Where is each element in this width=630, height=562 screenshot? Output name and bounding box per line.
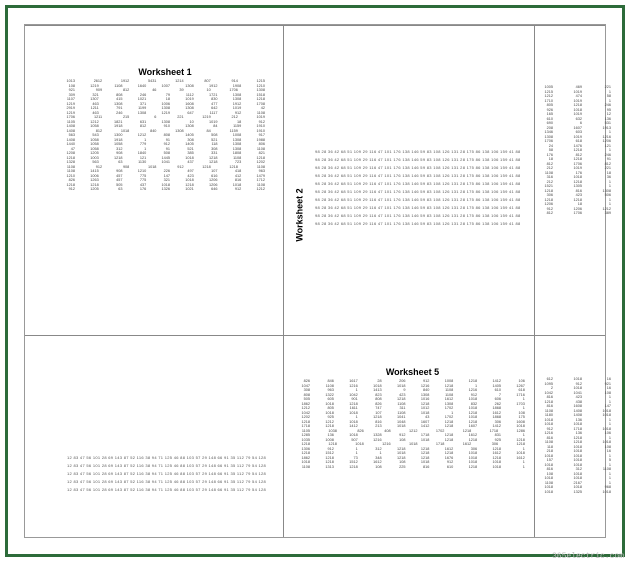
worksheet-2-title: Worksheet 2 xyxy=(295,188,305,241)
data-cell: 1212 xyxy=(255,187,265,192)
data-cell: 1021 xyxy=(184,187,194,192)
data-cell: 816 xyxy=(419,465,429,470)
worksheet-3-panel: 1005469221121510191121247458171010191805… xyxy=(543,85,611,216)
worksheet-1-panel: Worksheet 1 1013261219125431121480791412… xyxy=(65,67,265,192)
sheet-container: Worksheet 1 1013261219125431121480791412… xyxy=(24,24,606,538)
data-cell: 1018 xyxy=(543,490,553,495)
data-line: 12 83 47 56 101 28 69 143 87 52 116 38 9… xyxy=(67,479,272,484)
worksheet-3-grid: 1005469221121510191121247458171010191805… xyxy=(543,85,611,216)
data-row: 1018 1325 1018 xyxy=(543,490,611,495)
data-cell: 646 xyxy=(208,187,218,192)
data-line: 98 28 36 42 68 51 109 29 116 47 101 176 … xyxy=(315,189,520,194)
data-row: 912 1205 63 176 1326 1021 646 912 1212 xyxy=(65,187,265,192)
outer-frame: Worksheet 1 1013261219125431121480791412… xyxy=(5,5,625,557)
worksheet-2-panel: 98 28 36 42 68 51 109 29 116 47 101 176 … xyxy=(315,149,520,226)
data-cell: 1313 xyxy=(324,465,334,470)
data-cell: 1706 xyxy=(572,211,582,216)
worksheet-2-grid: 98 28 36 42 68 51 109 29 116 47 101 176 … xyxy=(315,149,520,226)
data-line: 98 28 36 42 68 51 109 29 116 47 101 176 … xyxy=(315,157,520,162)
data-cell: 176 xyxy=(136,187,146,192)
data-cell: 1108 xyxy=(300,465,310,470)
worksheet-5-panel: Worksheet 5 8268461617282069121008121814… xyxy=(300,367,525,469)
data-cell: 108 xyxy=(372,465,382,470)
data-line: 98 28 36 42 68 51 109 29 116 47 101 176 … xyxy=(315,221,520,226)
data-line: 98 28 36 42 68 51 109 29 116 47 101 176 … xyxy=(315,149,520,154)
data-cell: 1018 xyxy=(601,490,611,495)
data-cell: 1205 xyxy=(89,187,99,192)
data-line: 12 83 47 56 101 28 69 143 87 52 116 38 9… xyxy=(67,463,272,468)
worksheet-1-grid: 1013261219125431121480791412151081219110… xyxy=(65,79,265,192)
watermark: 365electric.com xyxy=(552,552,624,561)
data-cell: 1 xyxy=(515,465,525,470)
worksheet-1-title: Worksheet 1 xyxy=(65,67,265,77)
data-row: 812 1706 389 xyxy=(543,211,611,216)
worksheet-6-panel: 6121018161095912921210181610421041108816… xyxy=(543,377,611,494)
data-cell: 610 xyxy=(443,465,453,470)
data-line: 12 83 47 56 101 28 69 143 87 52 116 38 9… xyxy=(67,487,272,492)
data-cell: 1018 xyxy=(491,465,501,470)
data-line: 98 28 36 42 68 51 109 29 116 47 101 176 … xyxy=(315,213,520,218)
data-line: 98 28 36 42 68 51 109 29 116 47 101 176 … xyxy=(315,165,520,170)
data-cell: 1218 xyxy=(348,465,358,470)
worksheet-6-grid: 6121018161095912921210181610421041108816… xyxy=(543,377,611,494)
data-cell: 1218 xyxy=(467,465,477,470)
worksheet-4-panel: 12 83 47 56 101 28 69 143 87 52 116 38 9… xyxy=(67,455,272,492)
worksheet-4-grid: 12 83 47 56 101 28 69 143 87 52 116 38 9… xyxy=(67,455,272,492)
data-cell: 812 xyxy=(543,211,553,216)
data-cell: 225 xyxy=(396,465,406,470)
data-cell: 1325 xyxy=(572,490,582,495)
data-line: 98 28 36 42 68 51 109 29 116 47 101 176 … xyxy=(315,181,520,186)
data-line: 12 83 47 56 101 28 69 143 87 52 116 38 9… xyxy=(67,471,272,476)
data-cell: 63 xyxy=(113,187,123,192)
data-cell: 389 xyxy=(601,211,611,216)
data-line: 98 28 36 42 68 51 109 29 116 47 101 176 … xyxy=(315,173,520,178)
data-line: 12 83 47 56 101 28 69 143 87 52 116 38 9… xyxy=(67,455,272,460)
data-cell: 1326 xyxy=(160,187,170,192)
data-line: 98 28 36 42 68 51 109 29 116 47 101 176 … xyxy=(315,205,520,210)
data-row: 1108 1313 1218 108 225 816 610 1218 1018 1 xyxy=(300,465,525,470)
worksheet-5-grid: 8268461617282069121008121814121061047110… xyxy=(300,379,525,469)
data-cell: 912 xyxy=(231,187,241,192)
data-cell: 912 xyxy=(65,187,75,192)
data-line: 98 28 36 42 68 51 109 29 116 47 101 176 … xyxy=(315,197,520,202)
worksheet-5-title: Worksheet 5 xyxy=(300,367,525,377)
